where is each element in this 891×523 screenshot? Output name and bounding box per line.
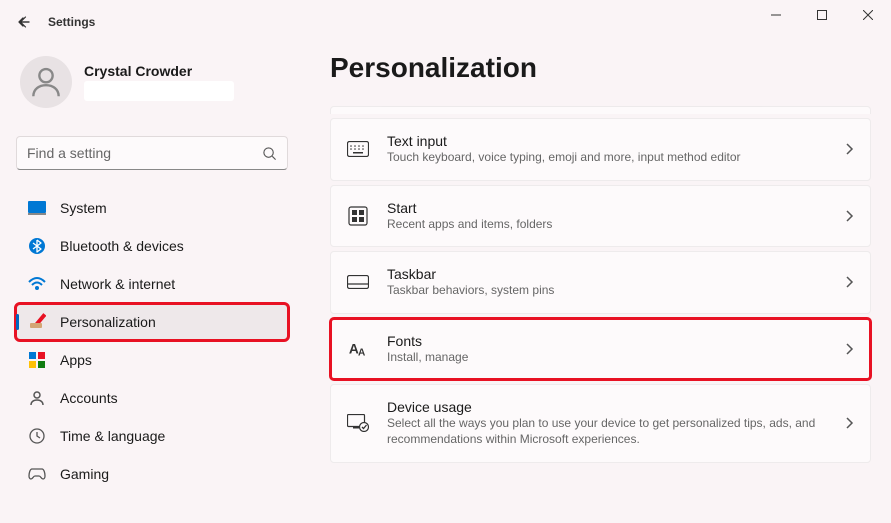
card-subtitle: Taskbar behaviors, system pins bbox=[387, 283, 826, 299]
search-input[interactable] bbox=[27, 145, 262, 161]
card-text-input[interactable]: Text input Touch keyboard, voice typing,… bbox=[330, 118, 871, 181]
card-title: Device usage bbox=[387, 399, 826, 415]
card-subtitle: Select all the ways you plan to use your… bbox=[387, 416, 826, 447]
sidebar-item-system[interactable]: System bbox=[16, 190, 288, 226]
sidebar-item-time[interactable]: Time & language bbox=[16, 418, 288, 454]
nav-label: Network & internet bbox=[60, 276, 175, 292]
profile-info: Crystal Crowder bbox=[84, 63, 284, 101]
time-icon bbox=[28, 427, 46, 445]
profile[interactable]: Crystal Crowder bbox=[16, 48, 288, 116]
back-button[interactable] bbox=[8, 6, 40, 38]
card-subtitle: Recent apps and items, folders bbox=[387, 217, 826, 233]
system-icon bbox=[28, 199, 46, 217]
card-subtitle: Install, manage bbox=[387, 350, 826, 366]
fonts-icon: AA bbox=[347, 338, 369, 360]
gaming-icon bbox=[28, 465, 46, 483]
avatar bbox=[20, 56, 72, 108]
minimize-button[interactable] bbox=[753, 0, 799, 30]
sidebar-item-accounts[interactable]: Accounts bbox=[16, 380, 288, 416]
search-box[interactable] bbox=[16, 136, 288, 170]
avatar-icon bbox=[27, 63, 65, 101]
chevron-right-icon bbox=[844, 209, 854, 223]
back-arrow-icon bbox=[16, 14, 32, 30]
chevron-right-icon bbox=[844, 275, 854, 289]
maximize-icon bbox=[817, 10, 827, 20]
bluetooth-icon bbox=[28, 237, 46, 255]
maximize-button[interactable] bbox=[799, 0, 845, 30]
sidebar-item-personalization[interactable]: Personalization bbox=[16, 304, 288, 340]
profile-name: Crystal Crowder bbox=[84, 63, 284, 79]
taskbar-icon bbox=[347, 271, 369, 293]
search-icon bbox=[262, 146, 277, 161]
chevron-right-icon bbox=[844, 416, 854, 430]
apps-icon bbox=[28, 351, 46, 369]
close-icon bbox=[863, 10, 873, 20]
nav-label: Gaming bbox=[60, 466, 109, 482]
card-fonts[interactable]: AA Fonts Install, manage bbox=[330, 318, 871, 381]
card-taskbar[interactable]: Taskbar Taskbar behaviors, system pins bbox=[330, 251, 871, 314]
sidebar-item-network[interactable]: Network & internet bbox=[16, 266, 288, 302]
close-button[interactable] bbox=[845, 0, 891, 30]
window-title: Settings bbox=[48, 15, 95, 29]
sidebar-item-apps[interactable]: Apps bbox=[16, 342, 288, 378]
card-start[interactable]: Start Recent apps and items, folders bbox=[330, 185, 871, 248]
page-title: Personalization bbox=[330, 52, 871, 84]
card-title: Start bbox=[387, 200, 826, 216]
device-usage-icon bbox=[347, 412, 369, 434]
nav-label: Time & language bbox=[60, 428, 165, 444]
nav: System Bluetooth & devices Network & int… bbox=[16, 190, 288, 492]
start-icon bbox=[347, 205, 369, 227]
nav-label: Bluetooth & devices bbox=[60, 238, 184, 254]
keyboard-icon bbox=[347, 138, 369, 160]
network-icon bbox=[28, 275, 46, 293]
svg-text:A: A bbox=[358, 347, 366, 358]
profile-email bbox=[84, 81, 234, 101]
nav-label: Apps bbox=[60, 352, 92, 368]
nav-label: System bbox=[60, 200, 107, 216]
window-controls bbox=[753, 0, 891, 30]
card-title: Fonts bbox=[387, 333, 826, 349]
main-content: Personalization Text input Touch keyboar… bbox=[300, 44, 891, 523]
nav-label: Accounts bbox=[60, 390, 118, 406]
accounts-icon bbox=[28, 389, 46, 407]
card-device-usage[interactable]: Device usage Select all the ways you pla… bbox=[330, 384, 871, 462]
titlebar: Settings bbox=[0, 0, 891, 44]
card-title: Text input bbox=[387, 133, 826, 149]
chevron-right-icon bbox=[844, 142, 854, 156]
card-subtitle: Touch keyboard, voice typing, emoji and … bbox=[387, 150, 826, 166]
minimize-icon bbox=[771, 10, 781, 20]
card-stub bbox=[330, 106, 871, 114]
sidebar-item-gaming[interactable]: Gaming bbox=[16, 456, 288, 492]
sidebar-item-bluetooth[interactable]: Bluetooth & devices bbox=[16, 228, 288, 264]
card-title: Taskbar bbox=[387, 266, 826, 282]
sidebar: Crystal Crowder System Bluetooth & devic… bbox=[0, 44, 300, 523]
personalization-icon bbox=[28, 313, 46, 331]
chevron-right-icon bbox=[844, 342, 854, 356]
nav-label: Personalization bbox=[60, 314, 156, 330]
